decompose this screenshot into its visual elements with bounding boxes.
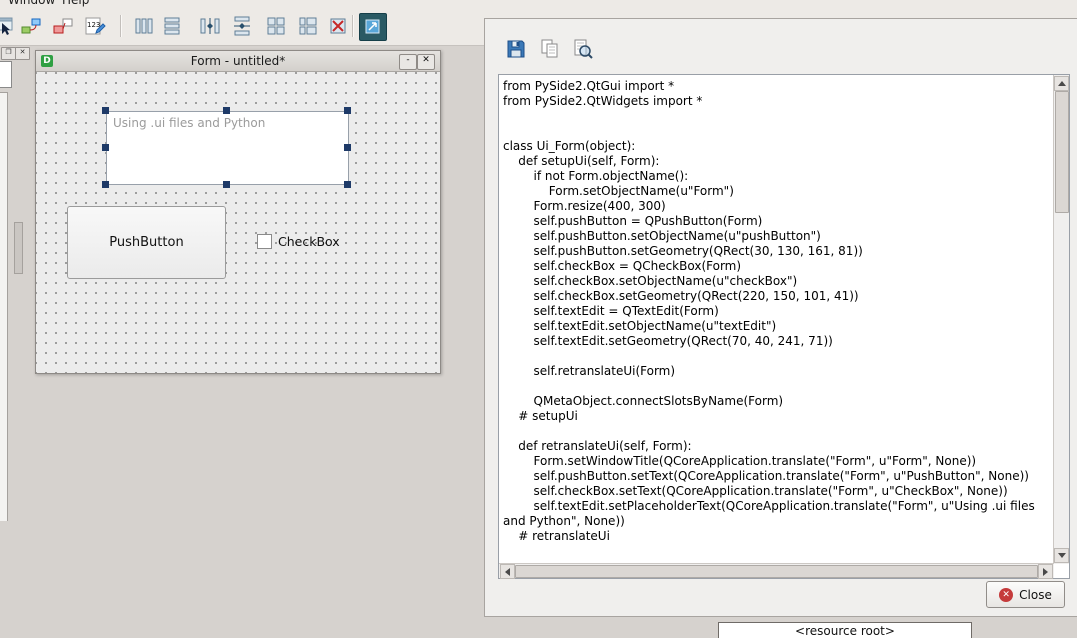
vertical-scrollbar-thumb[interactable] [1055, 91, 1069, 213]
edit-buddies-icon [52, 15, 74, 37]
adjust-size-icon [362, 16, 384, 38]
selection-handle-middle-left[interactable] [102, 144, 109, 151]
selection-handle-top-right[interactable] [344, 107, 351, 114]
vertical-scrollbar[interactable] [1053, 75, 1069, 564]
layout-vertical-icon [161, 15, 183, 37]
layout-grid-button[interactable] [263, 13, 289, 39]
code-content[interactable]: from PySide2.QtGui import * from PySide2… [503, 79, 1052, 562]
edit-tab-order-button[interactable]: 123 [82, 13, 108, 39]
form-window-titlebar[interactable]: D Form - untitled* - ✕ [36, 51, 440, 72]
qt-designer-screen: Window Help 123 [0, 0, 1077, 638]
layout-form-button[interactable] [295, 13, 321, 39]
checkbox-label: CheckBox [278, 234, 340, 249]
layout-horizontal-icon [133, 15, 155, 37]
menu-window[interactable]: Window [8, 0, 55, 7]
arrow-left-icon [505, 568, 510, 576]
layout-grid-icon [265, 15, 287, 37]
edit-widgets-icon [0, 15, 15, 37]
dock-float-button[interactable]: ❐ [1, 47, 16, 60]
close-button[interactable]: ✕ Close [986, 581, 1065, 608]
arrow-up-icon [1058, 81, 1066, 86]
selection-handle-middle-right[interactable] [344, 144, 351, 151]
edit-signals-slots-button[interactable] [18, 13, 44, 39]
form-close-button[interactable]: ✕ [417, 54, 435, 70]
edit-tab-order-icon: 123 [84, 15, 106, 37]
layout-form-icon [297, 15, 319, 37]
find-button[interactable] [570, 38, 596, 64]
form-window-title: Form - untitled* [191, 54, 285, 68]
menubar: Window Help [0, 0, 1077, 8]
save-icon [504, 37, 528, 65]
textedit-placeholder: Using .ui files and Python [113, 116, 265, 130]
break-layout-icon [327, 15, 349, 37]
layout-splitter-vertical-button[interactable] [229, 13, 255, 39]
adjust-size-button[interactable] [359, 13, 387, 41]
selection-handle-bottom-middle[interactable] [223, 181, 230, 188]
selection-handle-top-middle[interactable] [223, 107, 230, 114]
save-button[interactable] [503, 38, 529, 64]
dock-close-button[interactable]: ✕ [15, 47, 30, 60]
checkbox-widget[interactable]: CheckBox [257, 234, 340, 249]
left-dock-scrollbar[interactable] [14, 222, 23, 274]
scroll-down-button[interactable] [1054, 548, 1069, 563]
left-dock-panel-edge [0, 92, 8, 521]
edit-buddies-button[interactable] [50, 13, 76, 39]
form-minimize-button[interactable]: - [399, 54, 417, 70]
resource-browser-panel: <resource root> [718, 622, 972, 638]
scroll-right-button[interactable] [1038, 564, 1053, 579]
copy-icon [538, 37, 562, 65]
close-button-label: Close [1019, 588, 1052, 602]
edit-widgets-button[interactable] [0, 13, 17, 39]
break-layout-button[interactable] [325, 13, 351, 39]
scroll-up-button[interactable] [1054, 76, 1069, 91]
checkbox-box[interactable] [257, 234, 272, 249]
selection-handle-bottom-left[interactable] [102, 181, 109, 188]
pushbutton-label: PushButton [109, 235, 183, 250]
horizontal-scrollbar[interactable] [499, 563, 1054, 578]
close-icon: ✕ [999, 588, 1013, 602]
dock-filter-input[interactable] [0, 61, 12, 88]
form-editor-window: D Form - untitled* - ✕ Using .ui files a… [35, 50, 441, 374]
scroll-left-button[interactable] [500, 564, 515, 579]
horizontal-scrollbar-thumb[interactable] [515, 565, 1038, 578]
layout-vertical-button[interactable] [159, 13, 185, 39]
layout-splitter-vertical-icon [231, 15, 253, 37]
edit-signals-slots-icon [20, 15, 42, 37]
find-icon [571, 37, 595, 65]
code-preview-dialog: from PySide2.QtGui import * from PySide2… [484, 18, 1077, 617]
toolbar-separator [120, 15, 121, 37]
textedit-widget[interactable]: Using .ui files and Python [106, 111, 349, 185]
menu-help[interactable]: Help [62, 0, 89, 7]
toolbar-separator [352, 15, 353, 37]
layout-horizontal-button[interactable] [131, 13, 157, 39]
code-editor[interactable]: from PySide2.QtGui import * from PySide2… [498, 74, 1070, 579]
layout-splitter-horizontal-icon [199, 15, 221, 37]
pushbutton-widget[interactable]: PushButton [67, 206, 226, 279]
copy-button[interactable] [537, 38, 563, 64]
form-canvas[interactable]: Using .ui files and Python PushButton Ch… [36, 72, 440, 373]
svg-text:123: 123 [87, 21, 100, 29]
selection-handle-top-left[interactable] [102, 107, 109, 114]
selection-handle-bottom-right[interactable] [344, 181, 351, 188]
arrow-down-icon [1058, 553, 1066, 558]
resource-root-item[interactable]: <resource root> [719, 624, 971, 638]
layout-splitter-horizontal-button[interactable] [197, 13, 223, 39]
form-window-icon: D [41, 55, 53, 67]
arrow-right-icon [1043, 568, 1048, 576]
